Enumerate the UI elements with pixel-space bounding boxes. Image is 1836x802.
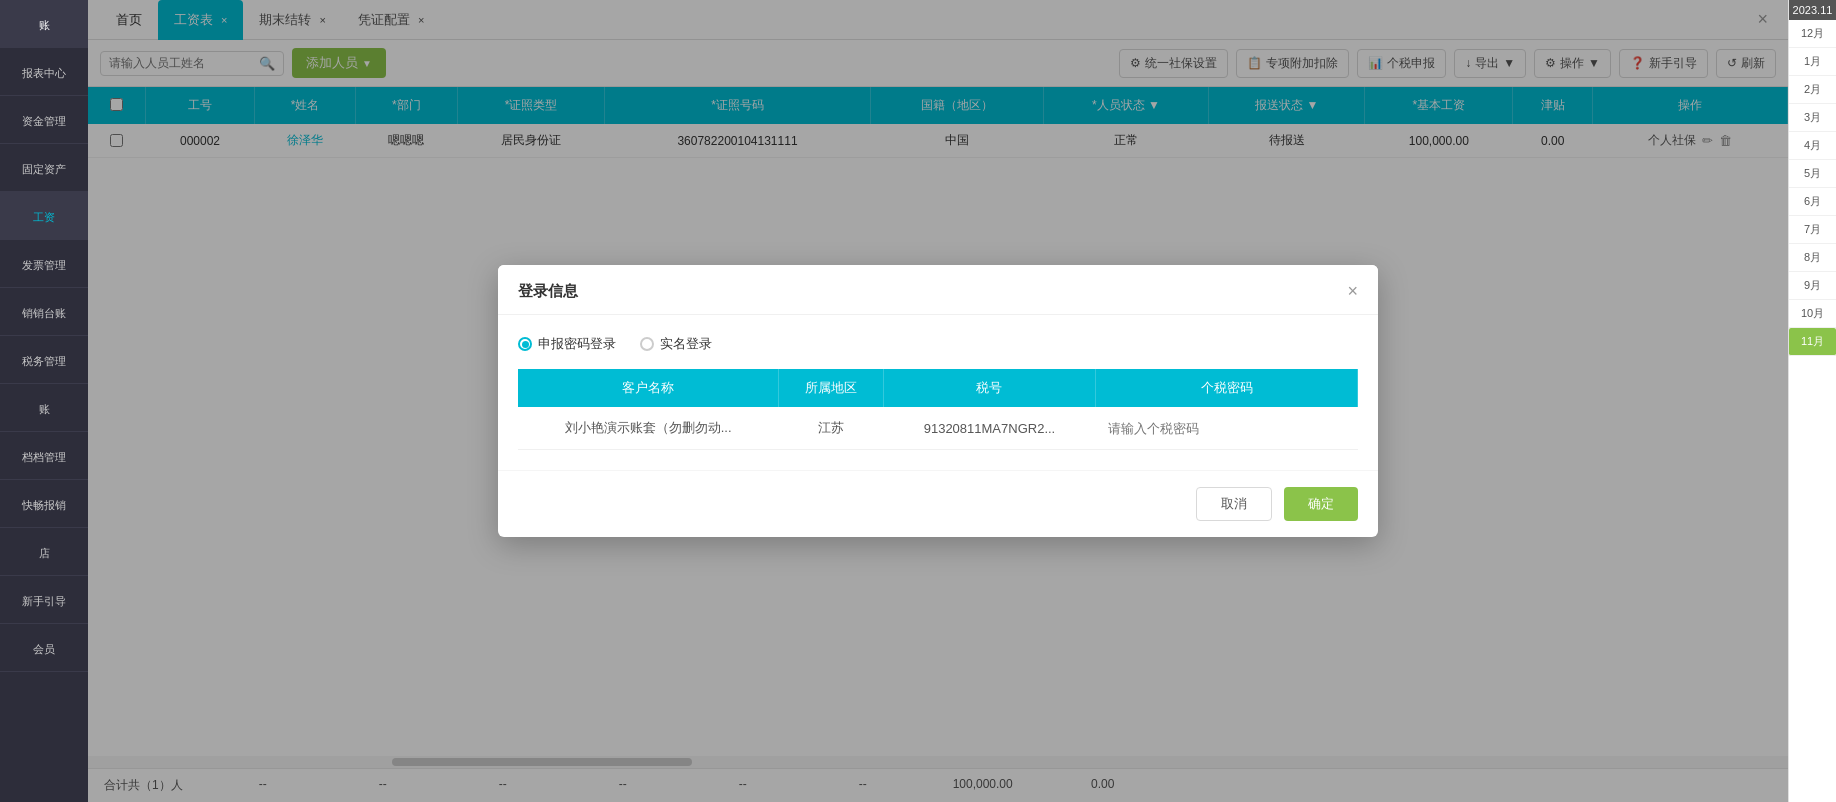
cancel-button[interactable]: 取消 <box>1196 487 1272 521</box>
sidebar-item-quick-sale[interactable]: 快畅报销 <box>0 480 88 528</box>
sidebar-item-store[interactable]: 店 <box>0 528 88 576</box>
dialog-col-client-name: 客户名称 <box>518 369 778 407</box>
cal-month-10[interactable]: 10月 <box>1789 300 1836 328</box>
cal-month-5[interactable]: 5月 <box>1789 160 1836 188</box>
sidebar-item-invoice-mgmt[interactable]: 发票管理 <box>0 240 88 288</box>
dialog-header: 登录信息 × <box>498 265 1378 315</box>
cal-month-11[interactable]: 11月 <box>1789 328 1836 356</box>
dialog-title: 登录信息 <box>518 282 578 301</box>
password-login-radio-dot <box>518 337 532 351</box>
sidebar-item-accounting[interactable]: 账 <box>0 0 88 48</box>
sidebar-item-reconciliation[interactable]: 销销台账 <box>0 288 88 336</box>
dialog-table-row: 刘小艳演示账套（勿删勿动... 江苏 91320811MA7NGR2... <box>518 407 1358 450</box>
client-table: 客户名称 所属地区 税号 个税密码 刘小艳演示账套（勿删勿动... 江苏 913… <box>518 369 1358 450</box>
dialog-col-tax-id: 税号 <box>883 369 1095 407</box>
realname-login-radio[interactable]: 实名登录 <box>640 335 712 353</box>
confirm-button[interactable]: 确定 <box>1284 487 1358 521</box>
dialog-col-region: 所属地区 <box>778 369 883 407</box>
sidebar-item-fund-mgmt[interactable]: 资金管理 <box>0 96 88 144</box>
realname-login-radio-dot <box>640 337 654 351</box>
dialog-row-region: 江苏 <box>778 407 883 450</box>
dialog-row-tax-id: 91320811MA7NGR2... <box>883 407 1095 450</box>
cal-month-7[interactable]: 7月 <box>1789 216 1836 244</box>
dialog-overlay: 登录信息 × 申报密码登录 实名登录 <box>88 0 1788 802</box>
tax-password-input[interactable] <box>1108 421 1346 436</box>
sidebar-item-fixed-assets[interactable]: 固定资产 <box>0 144 88 192</box>
sidebar-item-tax-mgmt[interactable]: 税务管理 <box>0 336 88 384</box>
dialog-row-tax-password <box>1096 407 1358 450</box>
cal-month-3[interactable]: 3月 <box>1789 104 1836 132</box>
calendar-panel: 2023.11 12月 1月 2月 3月 4月 5月 6月 7月 8月 9月 1… <box>1788 0 1836 802</box>
password-login-radio[interactable]: 申报密码登录 <box>518 335 616 353</box>
sidebar-item-new-guide[interactable]: 新手引导 <box>0 576 88 624</box>
dialog-footer: 取消 确定 <box>498 470 1378 537</box>
login-type-radio-group: 申报密码登录 实名登录 <box>518 335 1358 353</box>
cal-month-12[interactable]: 12月 <box>1789 20 1836 48</box>
sidebar-item-archive-mgmt[interactable]: 档档管理 <box>0 432 88 480</box>
login-dialog: 登录信息 × 申报密码登录 实名登录 <box>498 265 1378 537</box>
sidebar-item-member[interactable]: 会员 <box>0 624 88 672</box>
dialog-body: 申报密码登录 实名登录 客户名称 所属地区 税号 <box>498 315 1378 470</box>
cal-month-4[interactable]: 4月 <box>1789 132 1836 160</box>
dialog-row-client-name: 刘小艳演示账套（勿删勿动... <box>518 407 778 450</box>
sidebar-item-ledger[interactable]: 账 <box>0 384 88 432</box>
dialog-close-button[interactable]: × <box>1347 281 1358 302</box>
cal-month-2[interactable]: 2月 <box>1789 76 1836 104</box>
cal-month-9[interactable]: 9月 <box>1789 272 1836 300</box>
main-content: 首页 工资表 × 期末结转 × 凭证配置 × × 🔍 <box>88 0 1788 802</box>
cal-month-8[interactable]: 8月 <box>1789 244 1836 272</box>
sidebar: 账 报表中心 资金管理 固定资产 工资 发票管理 销销台账 税务管理 账 档档管… <box>0 0 88 802</box>
dialog-col-tax-password: 个税密码 <box>1096 369 1358 407</box>
calendar-year: 2023.11 <box>1789 0 1836 20</box>
cal-month-1[interactable]: 1月 <box>1789 48 1836 76</box>
sidebar-item-report-center[interactable]: 报表中心 <box>0 48 88 96</box>
sidebar-item-salary[interactable]: 工资 <box>0 192 88 240</box>
cal-month-6[interactable]: 6月 <box>1789 188 1836 216</box>
